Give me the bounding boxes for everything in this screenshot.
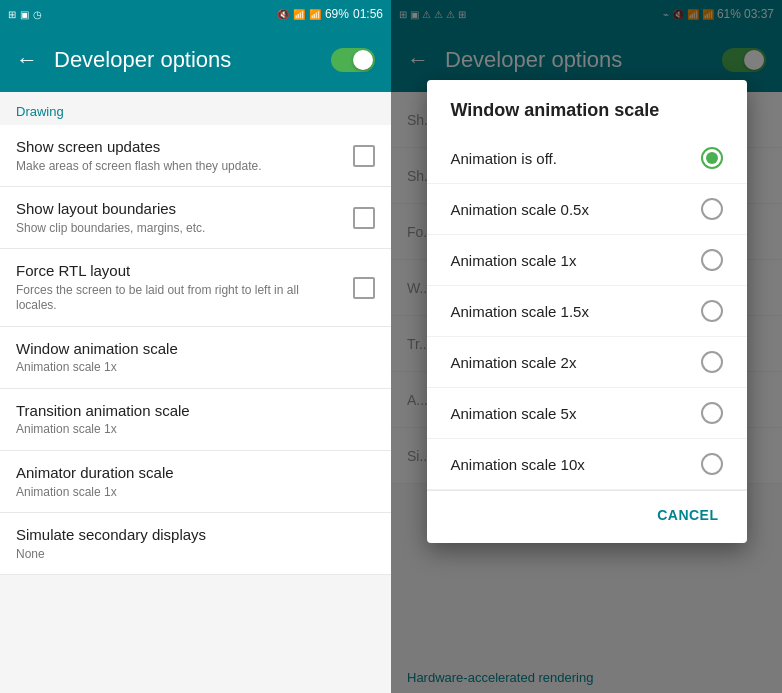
force-rtl-layout-item[interactable]: Force RTL layout Forces the screen to be… — [0, 249, 391, 327]
show-screen-updates-subtitle: Make areas of screen flash when they upd… — [16, 159, 341, 175]
transition-animation-scale-item[interactable]: Transition animation scale Animation sca… — [0, 389, 391, 451]
dialog-option-5x[interactable]: Animation scale 5x — [427, 388, 747, 439]
cancel-button[interactable]: CANCEL — [645, 499, 730, 531]
left-panel: ⊞ ▣ ◷ 🔇 📶 📶 69% 01:56 ← Developer option… — [0, 0, 391, 693]
header-left: ← Developer options — [0, 28, 391, 92]
show-screen-updates-title: Show screen updates — [16, 137, 341, 157]
dialog-option-05x-radio[interactable] — [701, 198, 723, 220]
signal-icon: 📶 — [309, 9, 321, 20]
dialog-option-off-label: Animation is off. — [451, 150, 557, 167]
simulate-secondary-displays-item[interactable]: Simulate secondary displays None — [0, 513, 391, 575]
battery-left: 69% — [325, 7, 349, 21]
portrait-icon: ▣ — [20, 9, 29, 20]
screenshot-icon: ⊞ — [8, 9, 16, 20]
dialog-option-2x-radio[interactable] — [701, 351, 723, 373]
page-title-left: Developer options — [54, 47, 315, 73]
animator-duration-scale-item[interactable]: Animator duration scale Animation scale … — [0, 451, 391, 513]
animator-duration-scale-subtitle: Animation scale 1x — [16, 485, 363, 501]
mute-icon: 🔇 — [277, 9, 289, 20]
dialog-option-off[interactable]: Animation is off. — [427, 133, 747, 184]
transition-animation-scale-title: Transition animation scale — [16, 401, 363, 421]
show-screen-updates-item[interactable]: Show screen updates Make areas of screen… — [0, 125, 391, 187]
dialog-option-1x-label: Animation scale 1x — [451, 252, 577, 269]
dialog-option-2x-label: Animation scale 2x — [451, 354, 577, 371]
dialog-option-15x[interactable]: Animation scale 1.5x — [427, 286, 747, 337]
dialog-option-5x-label: Animation scale 5x — [451, 405, 577, 422]
dialog-option-10x[interactable]: Animation scale 10x — [427, 439, 747, 490]
time-left: 01:56 — [353, 7, 383, 21]
alarm-icon: ◷ — [33, 9, 42, 20]
dialog-option-5x-radio[interactable] — [701, 402, 723, 424]
show-layout-boundaries-checkbox[interactable] — [353, 207, 375, 229]
dialog-option-15x-radio[interactable] — [701, 300, 723, 322]
show-layout-boundaries-title: Show layout boundaries — [16, 199, 341, 219]
drawing-section-label: Drawing — [0, 92, 391, 125]
show-layout-boundaries-item[interactable]: Show layout boundaries Show clip boundar… — [0, 187, 391, 249]
force-rtl-checkbox[interactable] — [353, 277, 375, 299]
dialog-option-10x-label: Animation scale 10x — [451, 456, 585, 473]
window-animation-scale-dialog: Window animation scale Animation is off.… — [427, 80, 747, 543]
status-bar-left: ⊞ ▣ ◷ 🔇 📶 📶 69% 01:56 — [0, 0, 391, 28]
simulate-secondary-displays-subtitle: None — [16, 547, 363, 563]
status-icons-left: ⊞ ▣ ◷ — [8, 9, 42, 20]
dialog-option-10x-radio[interactable] — [701, 453, 723, 475]
dialog-option-off-radio[interactable] — [701, 147, 723, 169]
content-left: Drawing Show screen updates Make areas o… — [0, 92, 391, 693]
right-panel: ⊞ ▣ ⚠ ⚠ ⚠ ⊞ ⌁ 🔇 📶 📶 61% 03:37 ← Develope… — [391, 0, 782, 693]
window-animation-scale-subtitle: Animation scale 1x — [16, 360, 363, 376]
dialog-overlay: Window animation scale Animation is off.… — [391, 0, 782, 693]
status-right-icons-left: 🔇 📶 📶 69% 01:56 — [277, 7, 383, 21]
developer-options-toggle-left[interactable] — [331, 48, 375, 72]
wifi-icon: 📶 — [293, 9, 305, 20]
animator-duration-scale-title: Animator duration scale — [16, 463, 363, 483]
dialog-option-1x[interactable]: Animation scale 1x — [427, 235, 747, 286]
force-rtl-subtitle: Forces the screen to be laid out from ri… — [16, 283, 341, 314]
simulate-secondary-displays-title: Simulate secondary displays — [16, 525, 363, 545]
dialog-option-15x-label: Animation scale 1.5x — [451, 303, 589, 320]
dialog-option-05x[interactable]: Animation scale 0.5x — [427, 184, 747, 235]
dialog-option-05x-label: Animation scale 0.5x — [451, 201, 589, 218]
dialog-option-2x[interactable]: Animation scale 2x — [427, 337, 747, 388]
show-screen-updates-checkbox[interactable] — [353, 145, 375, 167]
show-layout-boundaries-subtitle: Show clip boundaries, margins, etc. — [16, 221, 341, 237]
transition-animation-scale-subtitle: Animation scale 1x — [16, 422, 363, 438]
dialog-option-1x-radio[interactable] — [701, 249, 723, 271]
dialog-footer: CANCEL — [427, 490, 747, 543]
force-rtl-title: Force RTL layout — [16, 261, 341, 281]
window-animation-scale-title: Window animation scale — [16, 339, 363, 359]
window-animation-scale-item[interactable]: Window animation scale Animation scale 1… — [0, 327, 391, 389]
back-button-left[interactable]: ← — [16, 47, 38, 73]
dialog-title: Window animation scale — [427, 80, 747, 133]
